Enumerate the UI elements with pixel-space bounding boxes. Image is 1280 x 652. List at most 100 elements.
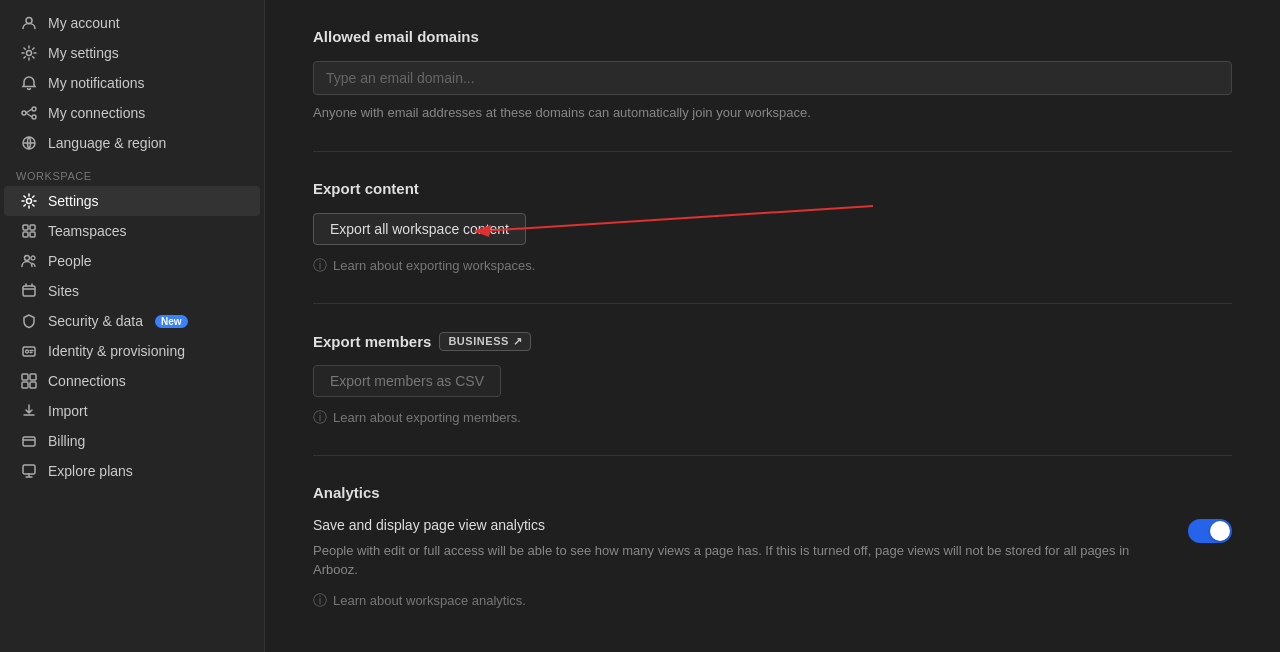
export-workspace-label: Export all workspace content (330, 221, 509, 237)
analytics-help[interactable]: ⓘ Learn about workspace analytics. (313, 592, 1232, 610)
sidebar-item-language-region[interactable]: Language & region (4, 128, 260, 158)
svg-rect-21 (23, 465, 35, 474)
billing-icon (20, 432, 38, 450)
export-csv-button[interactable]: Export members as CSV (313, 365, 501, 397)
import-icon (20, 402, 38, 420)
sidebar-label-explore-plans: Explore plans (48, 463, 133, 479)
sidebar-item-teamspaces[interactable]: Teamspaces (4, 216, 260, 246)
sidebar-item-connections[interactable]: Connections (4, 366, 260, 396)
svg-point-4 (32, 115, 36, 119)
workspace-section-label: Workspace (0, 158, 264, 186)
security-badge: New (155, 315, 188, 328)
export-csv-label: Export members as CSV (330, 373, 484, 389)
analytics-toggle[interactable] (1188, 519, 1232, 543)
analytics-description: People with edit or full access will be … (313, 541, 1148, 580)
svg-point-11 (25, 256, 30, 261)
svg-rect-8 (30, 225, 35, 230)
sidebar-label-import: Import (48, 403, 88, 419)
sidebar-item-import[interactable]: Import (4, 396, 260, 426)
export-content-help-text: Learn about exporting workspaces. (333, 258, 535, 273)
analytics-subtitle: Save and display page view analytics (313, 517, 1148, 533)
export-workspace-button[interactable]: Export all workspace content (313, 213, 526, 245)
sidebar-label-identity-provisioning: Identity & provisioning (48, 343, 185, 359)
sidebar: My account My settings My notifications (0, 0, 265, 652)
main-content: Allowed email domains Anyone with email … (265, 0, 1280, 652)
settings-icon (20, 44, 38, 62)
help-circle-icon3: ⓘ (313, 592, 327, 610)
export-members-title: Export members (313, 333, 431, 350)
sidebar-label-sites: Sites (48, 283, 79, 299)
teamspaces-icon (20, 222, 38, 240)
export-members-header: Export members BUSINESS ↗ (313, 332, 1232, 351)
analytics-help-text: Learn about workspace analytics. (333, 593, 526, 608)
svg-point-0 (26, 18, 32, 24)
sidebar-item-my-account[interactable]: My account (4, 8, 260, 38)
sidebar-item-settings[interactable]: Settings (4, 186, 260, 216)
sidebar-label-security-data: Security & data (48, 313, 143, 329)
sidebar-item-people[interactable]: People (4, 246, 260, 276)
sidebar-label-settings: Settings (48, 193, 99, 209)
svg-rect-13 (23, 286, 35, 296)
help-circle-icon: ⓘ (313, 257, 327, 275)
help-circle-icon2: ⓘ (313, 409, 327, 427)
security-icon (20, 312, 38, 330)
export-content-help[interactable]: ⓘ Learn about exporting workspaces. (313, 257, 1232, 275)
svg-rect-20 (23, 437, 35, 446)
sidebar-label-my-connections: My connections (48, 105, 145, 121)
allowed-email-section: Allowed email domains Anyone with email … (313, 0, 1232, 152)
sidebar-label-people: People (48, 253, 92, 269)
settings-workspace-icon (20, 192, 38, 210)
sidebar-label-connections: Connections (48, 373, 126, 389)
sidebar-item-my-settings[interactable]: My settings (4, 38, 260, 68)
connections-icon (20, 104, 38, 122)
business-badge: BUSINESS ↗ (439, 332, 531, 351)
sidebar-item-billing[interactable]: Billing (4, 426, 260, 456)
svg-line-22 (483, 206, 873, 231)
svg-point-1 (27, 51, 32, 56)
svg-rect-9 (23, 232, 28, 237)
export-content-section: Export content Export all workspace cont… (313, 152, 1232, 304)
identity-icon (20, 342, 38, 360)
svg-point-15 (26, 350, 29, 353)
svg-rect-17 (30, 374, 36, 380)
allowed-email-title: Allowed email domains (313, 28, 1232, 45)
analytics-text: Save and display page view analytics Peo… (313, 517, 1148, 580)
svg-rect-7 (23, 225, 28, 230)
svg-rect-10 (30, 232, 35, 237)
sidebar-item-my-connections[interactable]: My connections (4, 98, 260, 128)
svg-point-12 (31, 256, 35, 260)
svg-point-6 (27, 199, 32, 204)
sidebar-item-my-notifications[interactable]: My notifications (4, 68, 260, 98)
sites-icon (20, 282, 38, 300)
svg-rect-18 (22, 382, 28, 388)
sidebar-item-sites[interactable]: Sites (4, 276, 260, 306)
analytics-title: Analytics (313, 484, 1232, 501)
sidebar-item-explore-plans[interactable]: Explore plans (4, 456, 260, 486)
explore-icon (20, 462, 38, 480)
allowed-email-description: Anyone with email addresses at these dom… (313, 103, 1232, 123)
toggle-thumb (1210, 521, 1230, 541)
people-icon (20, 252, 38, 270)
export-members-section: Export members BUSINESS ↗ Export members… (313, 304, 1232, 456)
sidebar-label-billing: Billing (48, 433, 85, 449)
email-domain-input[interactable] (313, 61, 1232, 95)
notifications-icon (20, 74, 38, 92)
svg-point-2 (22, 111, 26, 115)
analytics-row: Save and display page view analytics Peo… (313, 517, 1232, 580)
toggle-track[interactable] (1188, 519, 1232, 543)
sidebar-label-my-account: My account (48, 15, 120, 31)
svg-rect-16 (22, 374, 28, 380)
export-members-help-text: Learn about exporting members. (333, 410, 521, 425)
account-icon (20, 14, 38, 32)
sidebar-label-my-notifications: My notifications (48, 75, 144, 91)
language-icon (20, 134, 38, 152)
sidebar-item-security-data[interactable]: Security & data New (4, 306, 260, 336)
sidebar-item-identity-provisioning[interactable]: Identity & provisioning (4, 336, 260, 366)
analytics-section: Analytics Save and display page view ana… (313, 456, 1232, 638)
sidebar-label-my-settings: My settings (48, 45, 119, 61)
svg-rect-19 (30, 382, 36, 388)
svg-point-3 (32, 107, 36, 111)
sidebar-label-teamspaces: Teamspaces (48, 223, 127, 239)
connections2-icon (20, 372, 38, 390)
export-members-help[interactable]: ⓘ Learn about exporting members. (313, 409, 1232, 427)
